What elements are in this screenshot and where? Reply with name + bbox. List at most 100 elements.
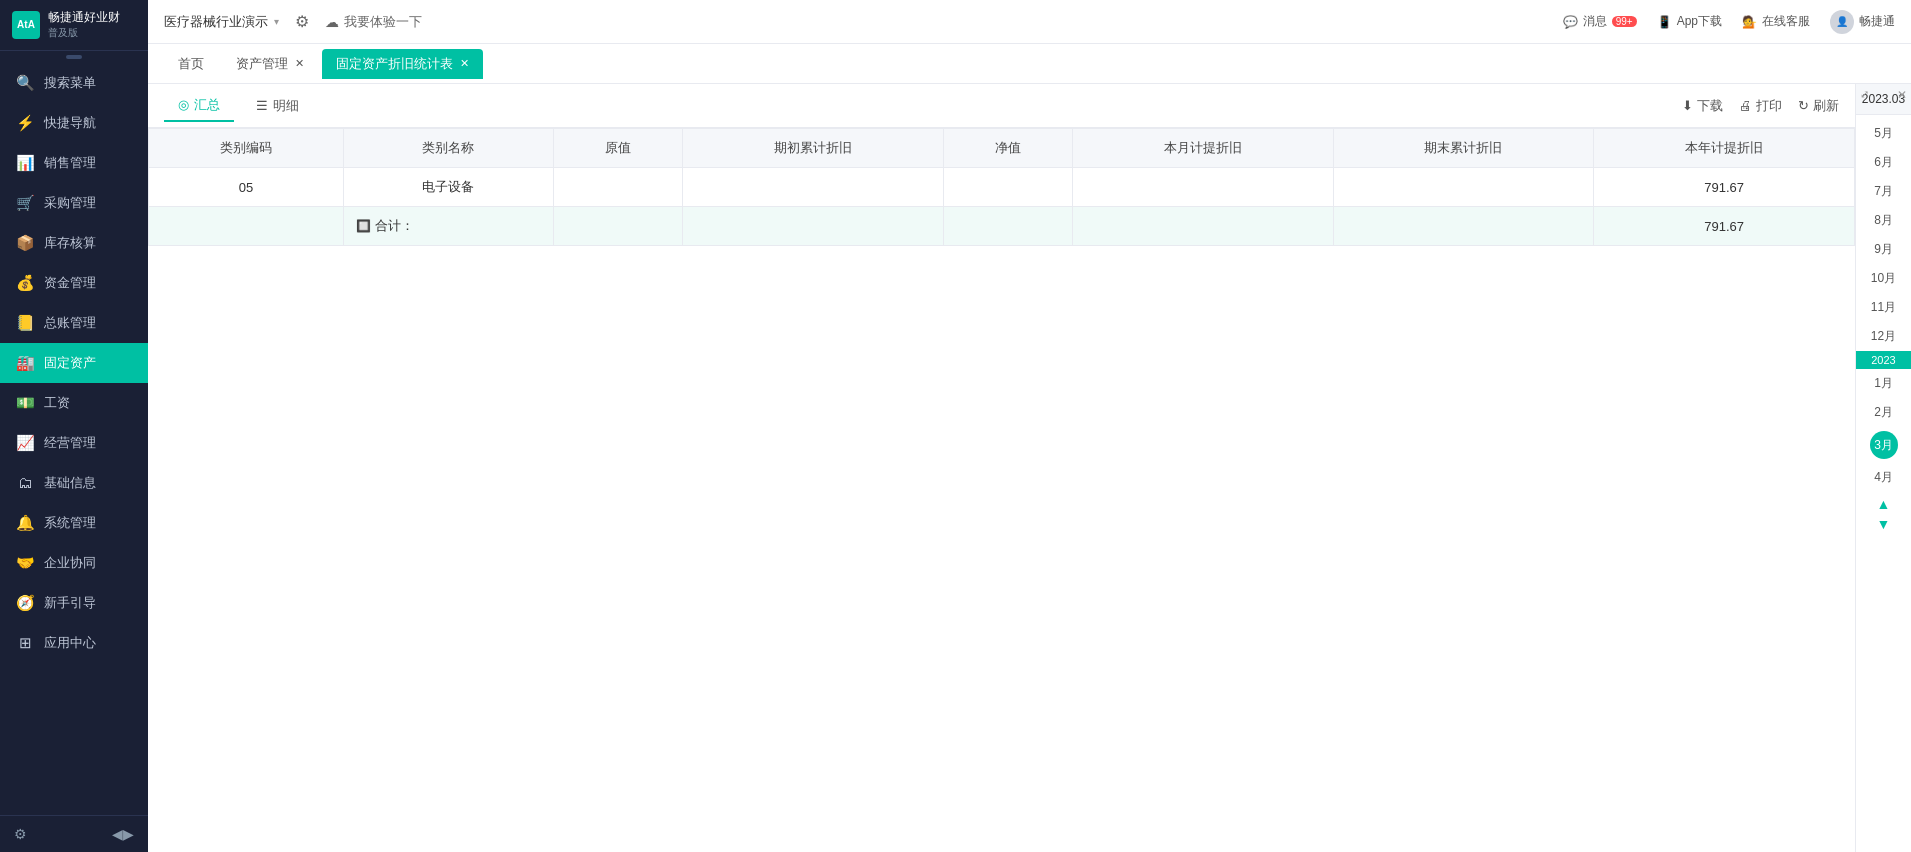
guide-icon: 🧭 (16, 594, 34, 612)
sidebar-item-guide[interactable]: 🧭 新手引导 (0, 583, 148, 623)
sidebar-item-label: 经营管理 (44, 434, 96, 452)
sidebar-item-collab[interactable]: 🤝 企业协同 (0, 543, 148, 583)
tab-home[interactable]: 首页 (164, 49, 218, 79)
print-button[interactable]: 🖨 打印 (1739, 97, 1782, 115)
sidebar-brand: 畅捷通好业财 普及版 (48, 10, 120, 40)
tab-asset-close-icon[interactable]: ✕ (295, 57, 304, 70)
purchase-icon: 🛒 (16, 194, 34, 212)
detail-icon: ☰ (256, 98, 268, 113)
row-monthly (1072, 168, 1333, 207)
sidebar-item-inventory[interactable]: 📦 库存核算 (0, 223, 148, 263)
app-download-button[interactable]: 📱 App下载 (1657, 13, 1722, 30)
sidebar-item-purchase[interactable]: 🛒 采购管理 (0, 183, 148, 223)
sidebar-item-label: 搜索菜单 (44, 74, 96, 92)
experience-label: 我要体验一下 (344, 13, 422, 31)
sales-icon: 📊 (16, 154, 34, 172)
tab-asset-management[interactable]: 资产管理 ✕ (222, 49, 318, 79)
sidebar-item-label: 基础信息 (44, 474, 96, 492)
total-label: 🔲 合计： (356, 217, 541, 235)
total-original (553, 207, 682, 246)
sidebar-item-ledger[interactable]: 📒 总账管理 (0, 303, 148, 343)
scroll-up-indicator (66, 55, 82, 59)
col-netvalue: 净值 (943, 129, 1072, 168)
date-nav-up-icon[interactable]: ▲ (1877, 496, 1891, 512)
date-item-6[interactable]: 6月 (1856, 148, 1911, 177)
sidebar-item-baseinfo[interactable]: 🗂 基础信息 (0, 463, 148, 503)
sidebar-header: AtA 畅捷通好业财 普及版 (0, 0, 148, 51)
sidebar-item-label: 系统管理 (44, 514, 96, 532)
download-label: 下载 (1697, 97, 1723, 115)
settings-button[interactable]: ⚙ (295, 12, 309, 31)
sidebar-item-label: 总账管理 (44, 314, 96, 332)
sidebar-item-search[interactable]: 🔍 搜索菜单 (0, 63, 148, 103)
print-label: 打印 (1756, 97, 1782, 115)
sidebar-item-operation[interactable]: 📈 经营管理 (0, 423, 148, 463)
refresh-button[interactable]: ↻ 刷新 (1798, 97, 1839, 115)
logo-icon: AtA (12, 11, 40, 39)
date-item-10[interactable]: 10月 (1856, 264, 1911, 293)
date-item-3-wrap: 3月 (1856, 427, 1911, 463)
company-selector[interactable]: 医疗器械行业演示 ▾ (164, 13, 279, 31)
sub-tabs: ◎ 汇总 ☰ 明细 ⬇ 下载 🖨 打印 (148, 84, 1855, 128)
message-icon: 💬 (1563, 15, 1578, 29)
date-item-5[interactable]: 5月 (1856, 119, 1911, 148)
date-nav-up: ▲ (1856, 496, 1911, 512)
row-code: 05 (149, 168, 344, 207)
collapse-icon[interactable]: ◀▶ (112, 826, 134, 842)
date-item-9[interactable]: 9月 (1856, 235, 1911, 264)
content-area: ◎ 汇总 ☰ 明细 ⬇ 下载 🖨 打印 (148, 84, 1911, 852)
date-panel-list: 5月 6月 7月 8月 9月 10月 11月 12月 2023 1月 2月 3月… (1856, 115, 1911, 852)
date-panel-expand-icon[interactable]: ⤢ (1860, 88, 1869, 101)
date-item-8[interactable]: 8月 (1856, 206, 1911, 235)
date-panel-close-icon[interactable]: ✕ (1897, 88, 1907, 102)
date-item-4[interactable]: 4月 (1856, 463, 1911, 492)
sidebar-item-sales[interactable]: 📊 销售管理 (0, 143, 148, 183)
tab-depreciation-close-icon[interactable]: ✕ (460, 57, 469, 70)
experience-button[interactable]: ☁ 我要体验一下 (325, 13, 422, 31)
sidebar-item-label: 快捷导航 (44, 114, 96, 132)
date-item-1[interactable]: 1月 (1856, 369, 1911, 398)
table-header-row: 类别编码 类别名称 原值 期初累计折旧 净值 本月计提折旧 期末累计折旧 本年计… (149, 129, 1855, 168)
sidebar-nav: 🔍 搜索菜单 ⚡ 快捷导航 📊 销售管理 🛒 采购管理 📦 库存核算 💰 资金管… (0, 63, 148, 815)
sub-tab-summary[interactable]: ◎ 汇总 (164, 90, 234, 122)
print-icon: 🖨 (1739, 98, 1752, 113)
online-service-button[interactable]: 💁 在线客服 (1742, 13, 1810, 30)
sidebar-item-quicknav[interactable]: ⚡ 快捷导航 (0, 103, 148, 143)
sidebar-item-fixedasset[interactable]: 🏭 固定资产 (0, 343, 148, 383)
sidebar-item-appcenter[interactable]: ⊞ 应用中心 (0, 623, 148, 663)
tab-depreciation-report[interactable]: 固定资产折旧统计表 ✕ (322, 49, 483, 79)
message-button[interactable]: 💬 消息 99+ (1563, 13, 1637, 30)
nav-tabs: 首页 资产管理 ✕ 固定资产折旧统计表 ✕ (148, 44, 1911, 84)
date-item-11[interactable]: 11月 (1856, 293, 1911, 322)
summary-icon: ◎ (178, 97, 189, 112)
date-item-7[interactable]: 7月 (1856, 177, 1911, 206)
row-original (553, 168, 682, 207)
inventory-icon: 📦 (16, 234, 34, 252)
search-icon: 🔍 (16, 74, 34, 92)
message-label: 消息 (1583, 13, 1607, 30)
settings-icon[interactable]: ⚙ (14, 826, 27, 842)
row-name: 电子设备 (343, 168, 553, 207)
sidebar-item-finance[interactable]: 💰 资金管理 (0, 263, 148, 303)
baseinfo-icon: 🗂 (16, 474, 34, 491)
user-menu[interactable]: 👤 畅捷通 (1830, 10, 1895, 34)
sidebar-item-system[interactable]: 🔔 系统管理 (0, 503, 148, 543)
tab-depreciation-label: 固定资产折旧统计表 (336, 55, 453, 73)
experience-icon: ☁ (325, 14, 339, 30)
date-item-2[interactable]: 2月 (1856, 398, 1911, 427)
date-item-12[interactable]: 12月 (1856, 322, 1911, 351)
refresh-icon: ↻ (1798, 98, 1809, 113)
download-button[interactable]: ⬇ 下载 (1682, 97, 1723, 115)
table-wrap: 类别编码 类别名称 原值 期初累计折旧 净值 本月计提折旧 期末累计折旧 本年计… (148, 128, 1855, 852)
col-annual: 本年计提折旧 (1594, 129, 1855, 168)
sidebar-item-label: 应用中心 (44, 634, 96, 652)
app-name: 畅捷通好业财 (48, 10, 120, 26)
sub-tab-detail[interactable]: ☰ 明细 (242, 91, 313, 121)
date-item-3-current[interactable]: 3月 (1870, 431, 1898, 459)
sidebar-item-salary[interactable]: 💵 工资 (0, 383, 148, 423)
sidebar-item-label: 固定资产 (44, 354, 96, 372)
ledger-icon: 📒 (16, 314, 34, 332)
col-name: 类别名称 (343, 129, 553, 168)
date-nav-down-icon[interactable]: ▼ (1877, 516, 1891, 532)
sidebar: AtA 畅捷通好业财 普及版 🔍 搜索菜单 ⚡ 快捷导航 📊 销售管理 🛒 采购… (0, 0, 148, 852)
